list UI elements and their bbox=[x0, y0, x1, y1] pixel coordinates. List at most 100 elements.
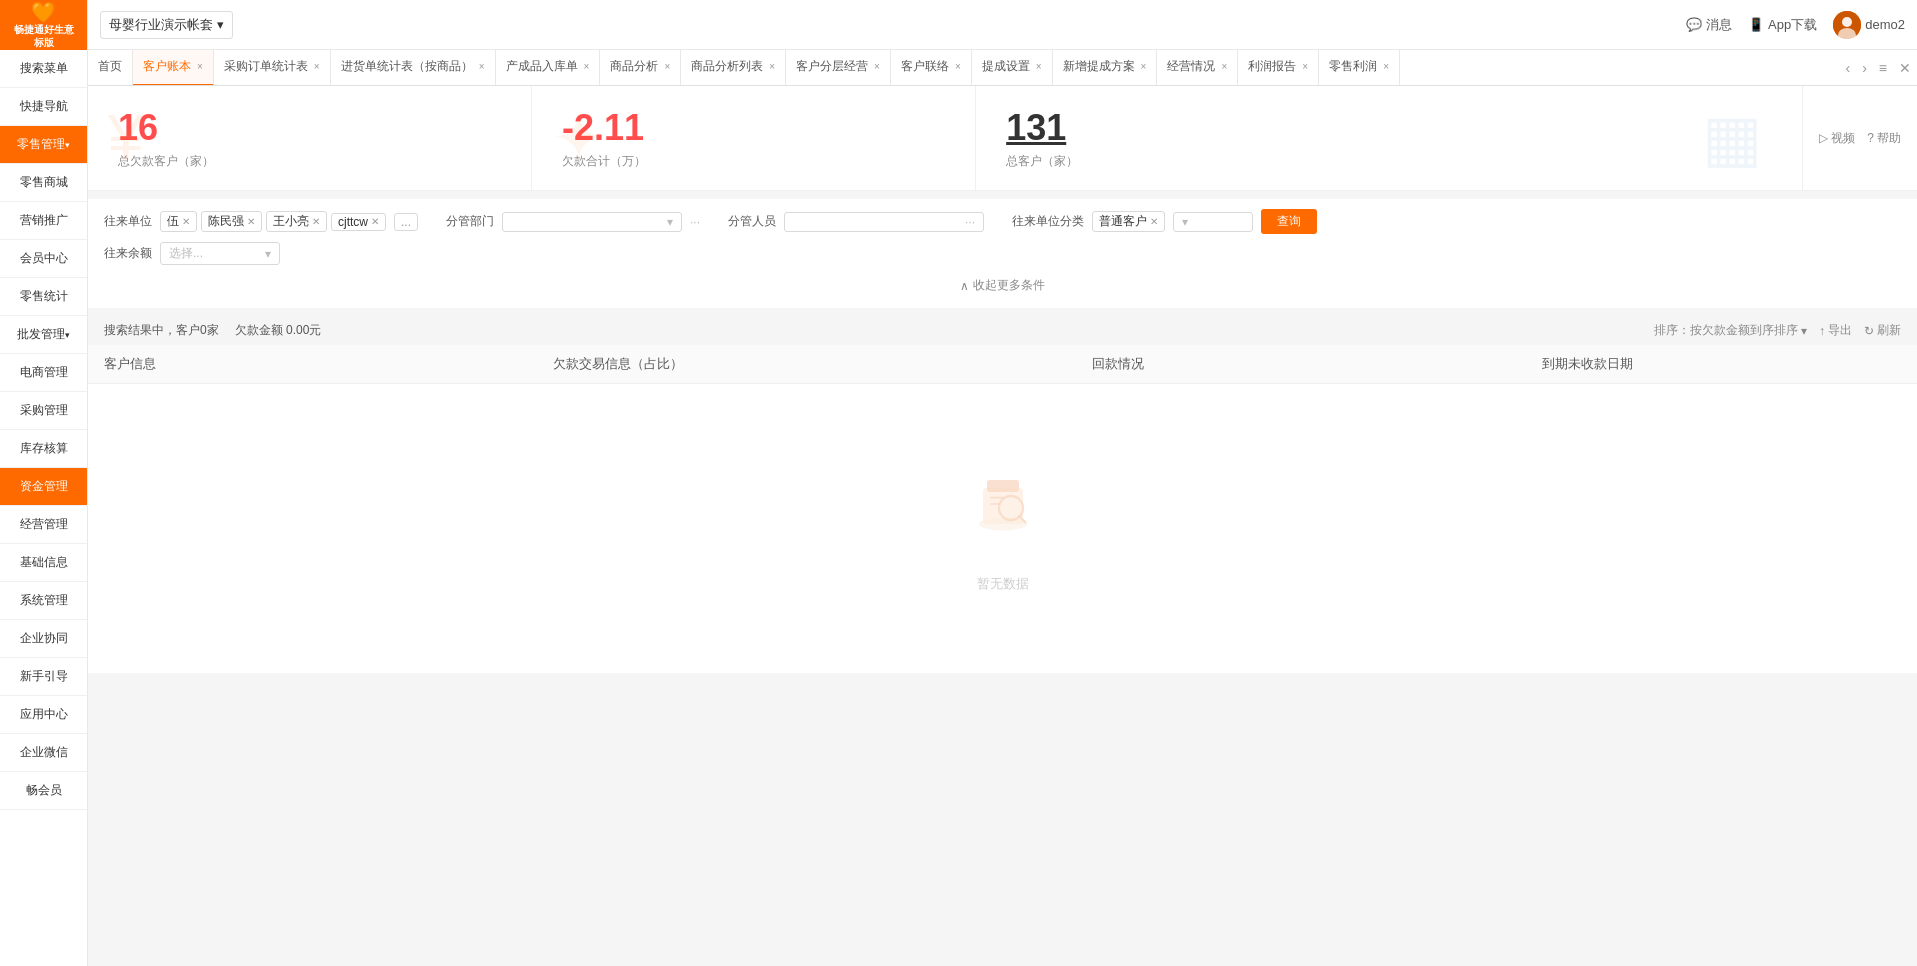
tab-close-icon[interactable]: × bbox=[314, 61, 320, 72]
help-link[interactable]: ? 帮助 bbox=[1867, 130, 1901, 147]
sidebar-item-畅会员[interactable]: 畅会员 bbox=[0, 772, 87, 810]
stat-total-customers: ▦ 131 总客户（家） bbox=[976, 86, 1803, 190]
chevron-down-icon-2: ··· bbox=[965, 215, 975, 229]
tab-close-icon[interactable]: × bbox=[584, 61, 590, 72]
unit-tag-close[interactable]: ✕ bbox=[371, 216, 379, 227]
tab-13[interactable]: 零售利润× bbox=[1319, 50, 1400, 86]
query-button[interactable]: 查询 bbox=[1261, 209, 1317, 234]
sidebar-item-经营管理[interactable]: 经营管理 bbox=[0, 506, 87, 544]
topbar-left: 母婴行业演示帐套 ▾ bbox=[100, 11, 233, 39]
tab-9[interactable]: 提成设置× bbox=[972, 50, 1053, 86]
tab-8[interactable]: 客户联络× bbox=[891, 50, 972, 86]
app-name: 畅捷通好生意 bbox=[14, 24, 74, 36]
tab-prev-button[interactable]: ‹ bbox=[1839, 50, 1856, 86]
refresh-button[interactable]: ↻ 刷新 bbox=[1864, 322, 1901, 339]
sidebar-item-库存核算[interactable]: 库存核算 bbox=[0, 430, 87, 468]
category-select-arrow: ▾ bbox=[1182, 215, 1188, 229]
tab-close-icon[interactable]: × bbox=[955, 61, 961, 72]
sidebar-item-零售管理[interactable]: 零售管理▾ bbox=[0, 126, 87, 164]
category-tag-label: 普通客户 bbox=[1099, 213, 1147, 230]
tab-close-icon[interactable]: × bbox=[197, 61, 203, 72]
filter-person-label: 分管人员 bbox=[728, 213, 776, 230]
stat-label-3: 总客户（家） bbox=[1006, 153, 1078, 170]
filter-person-select[interactable]: ··· bbox=[784, 212, 984, 232]
stats-actions: ▷ 视频 ? 帮助 bbox=[1803, 86, 1917, 190]
unit-tag-close[interactable]: ✕ bbox=[182, 216, 190, 227]
svg-rect-5 bbox=[987, 480, 1019, 492]
tab-3[interactable]: 进货单统计表（按商品）× bbox=[331, 50, 496, 86]
video-link[interactable]: ▷ 视频 bbox=[1819, 130, 1855, 147]
filter-dept-clear-icon[interactable]: ··· bbox=[690, 215, 700, 229]
tab-menu-button[interactable]: ≡ bbox=[1873, 50, 1893, 86]
sidebar-item-搜索菜单[interactable]: 搜索菜单 bbox=[0, 50, 87, 88]
tab-10[interactable]: 新增提成方案× bbox=[1053, 50, 1158, 86]
user-profile[interactable]: demo2 bbox=[1833, 11, 1905, 39]
app-logo: 🧡 畅捷通好生意 标版 bbox=[0, 0, 87, 50]
sidebar-item-电商管理[interactable]: 电商管理 bbox=[0, 354, 87, 392]
sort-label[interactable]: 排序：按欠款金额到序排序 ▾ bbox=[1654, 322, 1807, 339]
sidebar-item-应用中心[interactable]: 应用中心 bbox=[0, 696, 87, 734]
tab-close-icon[interactable]: × bbox=[769, 61, 775, 72]
tab-close-icon[interactable]: × bbox=[1302, 61, 1308, 72]
filter-category-tags: 普通客户 ✕ bbox=[1092, 211, 1165, 232]
tab-11[interactable]: 经营情况× bbox=[1157, 50, 1238, 86]
col-header-customer: 客户信息 bbox=[104, 355, 553, 373]
unit-tag-close[interactable]: ✕ bbox=[247, 216, 255, 227]
category-tag-close[interactable]: ✕ bbox=[1150, 216, 1158, 227]
sidebar-item-系统管理[interactable]: 系统管理 bbox=[0, 582, 87, 620]
tab-6[interactable]: 商品分析列表× bbox=[681, 50, 786, 86]
account-selector[interactable]: 母婴行业演示帐套 ▾ bbox=[100, 11, 233, 39]
tab-close-all-button[interactable]: ✕ bbox=[1893, 50, 1917, 86]
sidebar-item-会员中心[interactable]: 会员中心 bbox=[0, 240, 87, 278]
help-icon: ? bbox=[1867, 131, 1874, 145]
tab-close-icon[interactable]: × bbox=[1036, 61, 1042, 72]
tab-close-icon[interactable]: × bbox=[1383, 61, 1389, 72]
tab-1[interactable]: 客户账本× bbox=[133, 50, 214, 86]
filter-more-btn[interactable]: ... bbox=[394, 213, 418, 231]
tab-5[interactable]: 商品分析× bbox=[600, 50, 681, 86]
balance-placeholder: 选择... bbox=[169, 245, 203, 262]
filter-dept-select[interactable]: ▾ bbox=[502, 212, 682, 232]
tab-4[interactable]: 产成品入库单× bbox=[496, 50, 601, 86]
app-download-button[interactable]: 📱 App下载 bbox=[1748, 16, 1817, 34]
filter-category-select[interactable]: ▾ bbox=[1173, 212, 1253, 232]
sidebar-item-企业微信[interactable]: 企业微信 bbox=[0, 734, 87, 772]
tab-next-button[interactable]: › bbox=[1856, 50, 1873, 86]
unit-tag-close[interactable]: ✕ bbox=[312, 216, 320, 227]
sidebar-item-基础信息[interactable]: 基础信息 bbox=[0, 544, 87, 582]
tab-close-icon[interactable]: × bbox=[1221, 61, 1227, 72]
tab-12[interactable]: 利润报告× bbox=[1238, 50, 1319, 86]
tab-2[interactable]: 采购订单统计表× bbox=[214, 50, 331, 86]
filter-area: 往来单位 伍✕陈民强✕王小亮✕cjttcw✕ ... 分管部门 ▾ ··· 分管… bbox=[88, 199, 1917, 308]
sidebar-item-采购管理[interactable]: 采购管理 bbox=[0, 392, 87, 430]
help-label: 帮助 bbox=[1877, 130, 1901, 147]
sidebar-item-资金管理[interactable]: 资金管理 bbox=[0, 468, 87, 506]
sidebar-item-营销推广[interactable]: 营销推广 bbox=[0, 202, 87, 240]
messages-button[interactable]: 💬 消息 bbox=[1686, 16, 1732, 34]
tab-close-icon[interactable]: × bbox=[479, 61, 485, 72]
sidebar-item-新手引导[interactable]: 新手引导 bbox=[0, 658, 87, 696]
tab-0[interactable]: 首页 bbox=[88, 50, 133, 86]
filter-category-label: 往来单位分类 bbox=[1012, 213, 1084, 230]
tabbar: 首页客户账本×采购订单统计表×进货单统计表（按商品）×产成品入库单×商品分析×商… bbox=[88, 50, 1917, 86]
sidebar-item-零售商城[interactable]: 零售商城 bbox=[0, 164, 87, 202]
play-icon: ▷ bbox=[1819, 131, 1828, 145]
tab-7[interactable]: 客户分层经营× bbox=[786, 50, 891, 86]
tab-close-icon[interactable]: × bbox=[1141, 61, 1147, 72]
chevron-down-icon: ▾ bbox=[65, 330, 70, 340]
topbar-right: 💬 消息 📱 App下载 demo2 bbox=[1686, 11, 1905, 39]
filter-balance-select[interactable]: 选择... ▾ bbox=[160, 242, 280, 265]
table-header: 客户信息 欠款交易信息（占比） 回款情况 到期未收款日期 bbox=[88, 345, 1917, 384]
export-button[interactable]: ↑ 导出 bbox=[1819, 322, 1852, 339]
sidebar-item-快捷导航[interactable]: 快捷导航 bbox=[0, 88, 87, 126]
sidebar-item-企业协同[interactable]: 企业协同 bbox=[0, 620, 87, 658]
filter-collapse-btn[interactable]: ∧ 收起更多条件 bbox=[104, 273, 1901, 298]
tab-close-icon[interactable]: × bbox=[664, 61, 670, 72]
tab-close-icon[interactable]: × bbox=[874, 61, 880, 72]
filter-dept-label: 分管部门 bbox=[446, 213, 494, 230]
empty-state: 暂无数据 bbox=[88, 384, 1917, 673]
sidebar-item-批发管理[interactable]: 批发管理▾ bbox=[0, 316, 87, 354]
collapse-label: 收起更多条件 bbox=[973, 277, 1045, 294]
sidebar-item-零售统计[interactable]: 零售统计 bbox=[0, 278, 87, 316]
chevron-down-icon: ▾ bbox=[217, 17, 224, 32]
